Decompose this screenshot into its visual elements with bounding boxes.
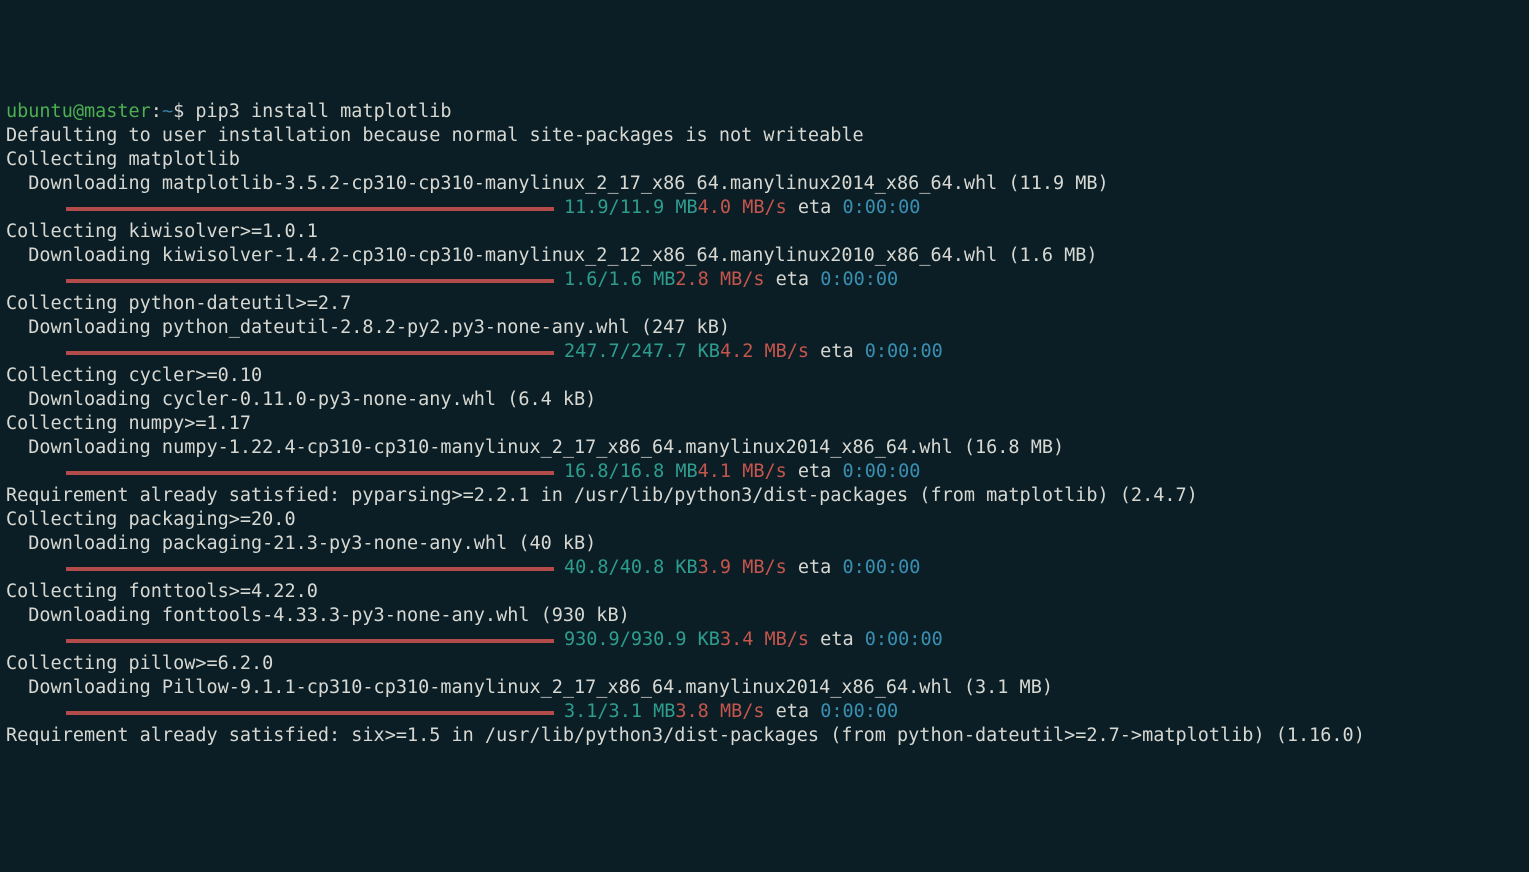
progress-eta: 0:00:00 [865, 628, 943, 652]
progress-speed: 3.8 MB/s [675, 700, 764, 724]
prompt-colon: : [151, 101, 162, 122]
progress-bar [66, 207, 554, 211]
progress-line: 40.8/40.8 KB 3.9 MB/s eta 0:00:00 [6, 556, 1523, 580]
progress-bar [66, 639, 554, 643]
progress-size: 11.9/11.9 MB [564, 196, 698, 220]
progress-size: 930.9/930.9 KB [564, 628, 720, 652]
output-line: Collecting kiwisolver>=1.0.1 [6, 220, 1523, 244]
output-line: Downloading numpy-1.22.4-cp310-cp310-man… [6, 436, 1523, 460]
progress-eta-label: eta [787, 196, 843, 220]
progress-line: 930.9/930.9 KB 3.4 MB/s eta 0:00:00 [6, 628, 1523, 652]
output-line: Requirement already satisfied: pyparsing… [6, 484, 1523, 508]
output-line: Downloading matplotlib-3.5.2-cp310-cp310… [6, 172, 1523, 196]
progress-line: 3.1/3.1 MB 3.8 MB/s eta 0:00:00 [6, 700, 1523, 724]
progress-eta: 0:00:00 [842, 556, 920, 580]
progress-eta: 0:00:00 [842, 460, 920, 484]
output-line: Collecting packaging>=20.0 [6, 508, 1523, 532]
progress-line: 11.9/11.9 MB 4.0 MB/s eta 0:00:00 [6, 196, 1523, 220]
progress-bar [66, 567, 554, 571]
command-text: pip3 install matplotlib [195, 101, 451, 122]
progress-eta-label: eta [765, 268, 821, 292]
output-line: Collecting numpy>=1.17 [6, 412, 1523, 436]
progress-eta-label: eta [787, 556, 843, 580]
progress-size: 1.6/1.6 MB [564, 268, 675, 292]
output-line: Downloading packaging-21.3-py3-none-any.… [6, 532, 1523, 556]
progress-eta: 0:00:00 [865, 340, 943, 364]
output-line: Defaulting to user installation because … [6, 124, 1523, 148]
output-line: Collecting matplotlib [6, 148, 1523, 172]
progress-eta-label: eta [787, 460, 843, 484]
progress-bar [66, 279, 554, 283]
progress-speed: 4.1 MB/s [698, 460, 787, 484]
prompt-line: ubuntu@master:~$ pip3 install matplotlib [6, 100, 1523, 124]
progress-bar [66, 351, 554, 355]
prompt-host: master [84, 101, 151, 122]
progress-speed: 3.4 MB/s [720, 628, 809, 652]
progress-line: 16.8/16.8 MB 4.1 MB/s eta 0:00:00 [6, 460, 1523, 484]
progress-eta-label: eta [809, 628, 865, 652]
progress-eta: 0:00:00 [842, 196, 920, 220]
prompt-at: @ [73, 101, 84, 122]
output-line: Downloading Pillow-9.1.1-cp310-cp310-man… [6, 676, 1523, 700]
progress-size: 3.1/3.1 MB [564, 700, 675, 724]
output-line: Downloading cycler-0.11.0-py3-none-any.w… [6, 388, 1523, 412]
progress-eta-label: eta [809, 340, 865, 364]
output-line: Downloading fonttools-4.33.3-py3-none-an… [6, 604, 1523, 628]
progress-line: 1.6/1.6 MB 2.8 MB/s eta 0:00:00 [6, 268, 1523, 292]
progress-size: 247.7/247.7 KB [564, 340, 720, 364]
progress-eta: 0:00:00 [820, 700, 898, 724]
prompt-dollar: $ [173, 101, 195, 122]
progress-bar [66, 711, 554, 715]
progress-speed: 3.9 MB/s [698, 556, 787, 580]
prompt-path: ~ [162, 101, 173, 122]
progress-speed: 4.2 MB/s [720, 340, 809, 364]
output-line: Collecting fonttools>=4.22.0 [6, 580, 1523, 604]
progress-speed: 4.0 MB/s [698, 196, 787, 220]
progress-line: 247.7/247.7 KB 4.2 MB/s eta 0:00:00 [6, 340, 1523, 364]
output-line: Downloading python_dateutil-2.8.2-py2.py… [6, 316, 1523, 340]
output-line: Requirement already satisfied: six>=1.5 … [6, 724, 1523, 748]
prompt-user: ubuntu [6, 101, 73, 122]
progress-size: 16.8/16.8 MB [564, 460, 698, 484]
progress-bar [66, 471, 554, 475]
progress-eta-label: eta [765, 700, 821, 724]
output-line: Downloading kiwisolver-1.4.2-cp310-cp310… [6, 244, 1523, 268]
progress-eta: 0:00:00 [820, 268, 898, 292]
progress-size: 40.8/40.8 KB [564, 556, 698, 580]
output-line: Collecting cycler>=0.10 [6, 364, 1523, 388]
progress-speed: 2.8 MB/s [675, 268, 764, 292]
output-line: Collecting pillow>=6.2.0 [6, 652, 1523, 676]
output-line: Collecting python-dateutil>=2.7 [6, 292, 1523, 316]
